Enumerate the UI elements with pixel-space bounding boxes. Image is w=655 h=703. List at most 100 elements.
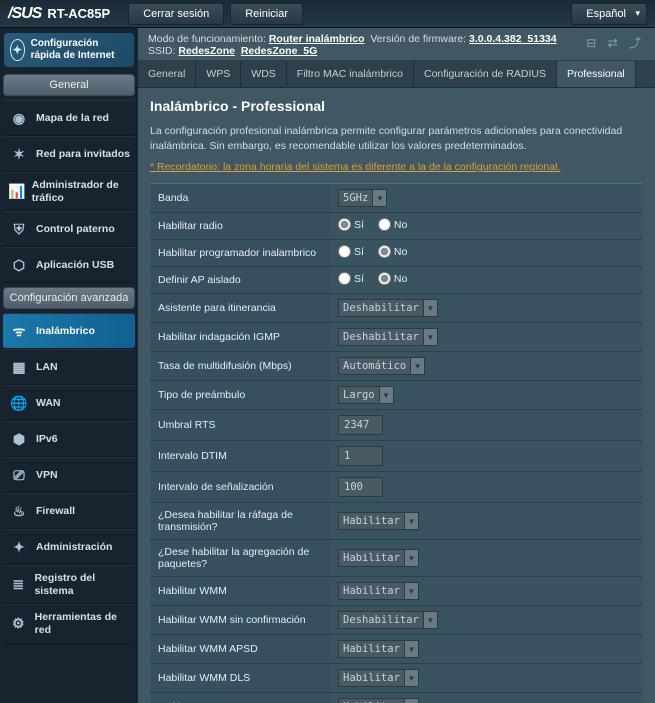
nav-icon: ✶ <box>8 143 30 165</box>
radio-group-2: Sí No <box>338 245 407 258</box>
sidebar-item-administrador-de-tráfico[interactable]: 📊Administrador de tráfico <box>3 172 135 211</box>
nav-icon: ◉ <box>8 107 30 129</box>
model-name: RT-AC85P <box>47 6 110 21</box>
chevron-down-icon[interactable]: ▼ <box>424 299 438 317</box>
nav-icon: ⚙ <box>8 613 29 635</box>
select-16[interactable]: Habilitar <box>338 669 405 687</box>
radio-yes[interactable] <box>338 218 351 231</box>
chevron-down-icon[interactable]: ▼ <box>411 357 425 375</box>
row-label: Asistente para itinerancia <box>150 294 330 323</box>
sidebar-item-control-paterno[interactable]: ⛨Control paterno <box>3 211 135 247</box>
select-7[interactable]: Largo <box>338 386 380 404</box>
sidebar-item-aplicación-usb[interactable]: ⬡Aplicación USB <box>3 247 135 283</box>
row-label: Tasa de multidifusión (Mbps) <box>150 352 330 381</box>
nav-icon: ▦ <box>8 356 30 378</box>
nav-icon: 📊 <box>8 181 26 203</box>
select-5[interactable]: Deshabilitar <box>338 328 424 346</box>
row-label: Habilitar indagación IGMP <box>150 323 330 352</box>
chevron-down-icon[interactable]: ▼ <box>424 328 438 346</box>
select-13[interactable]: Habilitar <box>338 582 405 600</box>
input-9[interactable] <box>338 446 383 466</box>
row-label: Intervalo DTIM <box>150 441 330 472</box>
tab-general[interactable]: General <box>138 61 196 87</box>
content-area: Inalámbrico - Professional La configurac… <box>138 88 655 703</box>
select-11[interactable]: Habilitar <box>338 512 405 530</box>
sidebar-item-herramientas-de-red[interactable]: ⚙Herramientas de red <box>3 604 135 643</box>
select-4[interactable]: Deshabilitar <box>338 299 424 317</box>
sidebar: ✦ Configuración rápida de Internet Gener… <box>0 28 138 703</box>
sidebar-item-red-para-invitados[interactable]: ✶Red para invitados <box>3 136 135 172</box>
select-14[interactable]: Deshabilitar <box>338 611 424 629</box>
sidebar-item-registro-del-sistema[interactable]: ≣Registro del sistema <box>3 565 135 604</box>
nav-icon: ✦ <box>8 536 30 558</box>
operation-mode-link[interactable]: Router inalámbrico <box>269 33 365 45</box>
sidebar-item-mapa-de-la-red[interactable]: ◉Mapa de la red <box>3 100 135 136</box>
tab-wds[interactable]: WDS <box>241 61 287 87</box>
select-12[interactable]: Habilitar <box>338 549 405 567</box>
row-label: Multi-User MIMO <box>150 693 330 703</box>
select-6[interactable]: Automático <box>338 357 411 375</box>
chevron-down-icon[interactable]: ▼ <box>373 189 387 207</box>
chevron-down-icon[interactable]: ▼ <box>405 640 419 658</box>
row-label: Umbral RTS <box>150 410 330 441</box>
row-label: Definir AP aislado <box>150 267 330 294</box>
nav-icon: ⬢ <box>8 428 30 450</box>
language-select[interactable]: Español <box>571 3 647 25</box>
row-label: Habilitar programador inalambrico <box>150 240 330 267</box>
nav-icon: ⎚ <box>8 464 30 486</box>
ssid-1: RedesZone <box>178 45 235 57</box>
sidebar-item-administración[interactable]: ✦Administración <box>3 529 135 565</box>
row-label: Intervalo de señalización <box>150 472 330 503</box>
row-label: ¿Dese habilitar la agregación de paquete… <box>150 540 330 577</box>
row-label: Banda <box>150 184 330 213</box>
firmware-link[interactable]: 3.0.0.4.382_51334 <box>469 33 557 45</box>
input-8[interactable] <box>338 415 383 435</box>
row-label: Habilitar WMM DLS <box>150 664 330 693</box>
tab-wps[interactable]: WPS <box>196 61 241 87</box>
sidebar-item-inalámbrico[interactable]: ᯤInalámbrico <box>3 313 135 349</box>
radio-no[interactable] <box>378 245 391 258</box>
chevron-down-icon[interactable]: ▼ <box>405 549 419 567</box>
status-icons: ⊟ ⇄ ⤴ <box>586 34 645 51</box>
reboot-button[interactable]: Reiniciar <box>230 3 303 25</box>
input-10[interactable] <box>338 477 383 497</box>
chevron-down-icon[interactable]: ▼ <box>405 512 419 530</box>
chevron-down-icon[interactable]: ▼ <box>380 386 394 404</box>
tab-bar: GeneralWPSWDSFiltro MAC inalámbricoConfi… <box>138 61 655 88</box>
brand-logo: /SUS <box>8 5 41 23</box>
sidebar-header-advanced: Configuración avanzada <box>3 287 135 309</box>
chevron-down-icon[interactable]: ▼ <box>405 698 419 703</box>
sidebar-item-lan[interactable]: ▦LAN <box>3 349 135 385</box>
sidebar-item-wan[interactable]: 🌐WAN <box>3 385 135 421</box>
tab-configuración-de-radius[interactable]: Configuración de RADIUS <box>414 61 557 87</box>
nav-icon: ⬡ <box>8 254 30 276</box>
radio-no[interactable] <box>378 218 391 231</box>
row-label: Habilitar WMM sin confirmación <box>150 606 330 635</box>
ssid-2: RedesZone_5G <box>241 45 317 57</box>
nav-icon: ♨ <box>8 500 30 522</box>
select-17[interactable]: Habilitar <box>338 698 405 703</box>
logout-button[interactable]: Cerrar sesión <box>128 3 224 25</box>
settings-table: Banda5GHz▼Habilitar radio Sí NoHabilitar… <box>150 183 643 703</box>
nav-icon: ᯤ <box>8 320 30 342</box>
sidebar-item-firewall[interactable]: ♨Firewall <box>3 493 135 529</box>
select-0[interactable]: 5GHz <box>338 189 373 207</box>
tab-professional[interactable]: Professional <box>557 61 636 87</box>
timezone-warning-link[interactable]: * Recordatorio: la zona horaria del sist… <box>150 161 560 173</box>
sidebar-item-ipv6[interactable]: ⬢IPv6 <box>3 421 135 457</box>
tab-filtro-mac-inalámbrico[interactable]: Filtro MAC inalámbrico <box>287 61 414 87</box>
row-label: Habilitar WMM APSD <box>150 635 330 664</box>
radio-yes[interactable] <box>338 272 351 285</box>
sidebar-item-vpn[interactable]: ⎚VPN <box>3 457 135 493</box>
sidebar-header-general: General <box>3 74 135 96</box>
radio-yes[interactable] <box>338 245 351 258</box>
nav-icon: ⛨ <box>8 218 30 240</box>
globe-icon: ✦ <box>10 39 25 61</box>
row-label: ¿Desea habilitar la ráfaga de transmisió… <box>150 503 330 540</box>
quick-setup-button[interactable]: ✦ Configuración rápida de Internet <box>3 32 135 68</box>
chevron-down-icon[interactable]: ▼ <box>424 611 438 629</box>
radio-no[interactable] <box>378 272 391 285</box>
chevron-down-icon[interactable]: ▼ <box>405 582 419 600</box>
select-15[interactable]: Habilitar <box>338 640 405 658</box>
chevron-down-icon[interactable]: ▼ <box>405 669 419 687</box>
